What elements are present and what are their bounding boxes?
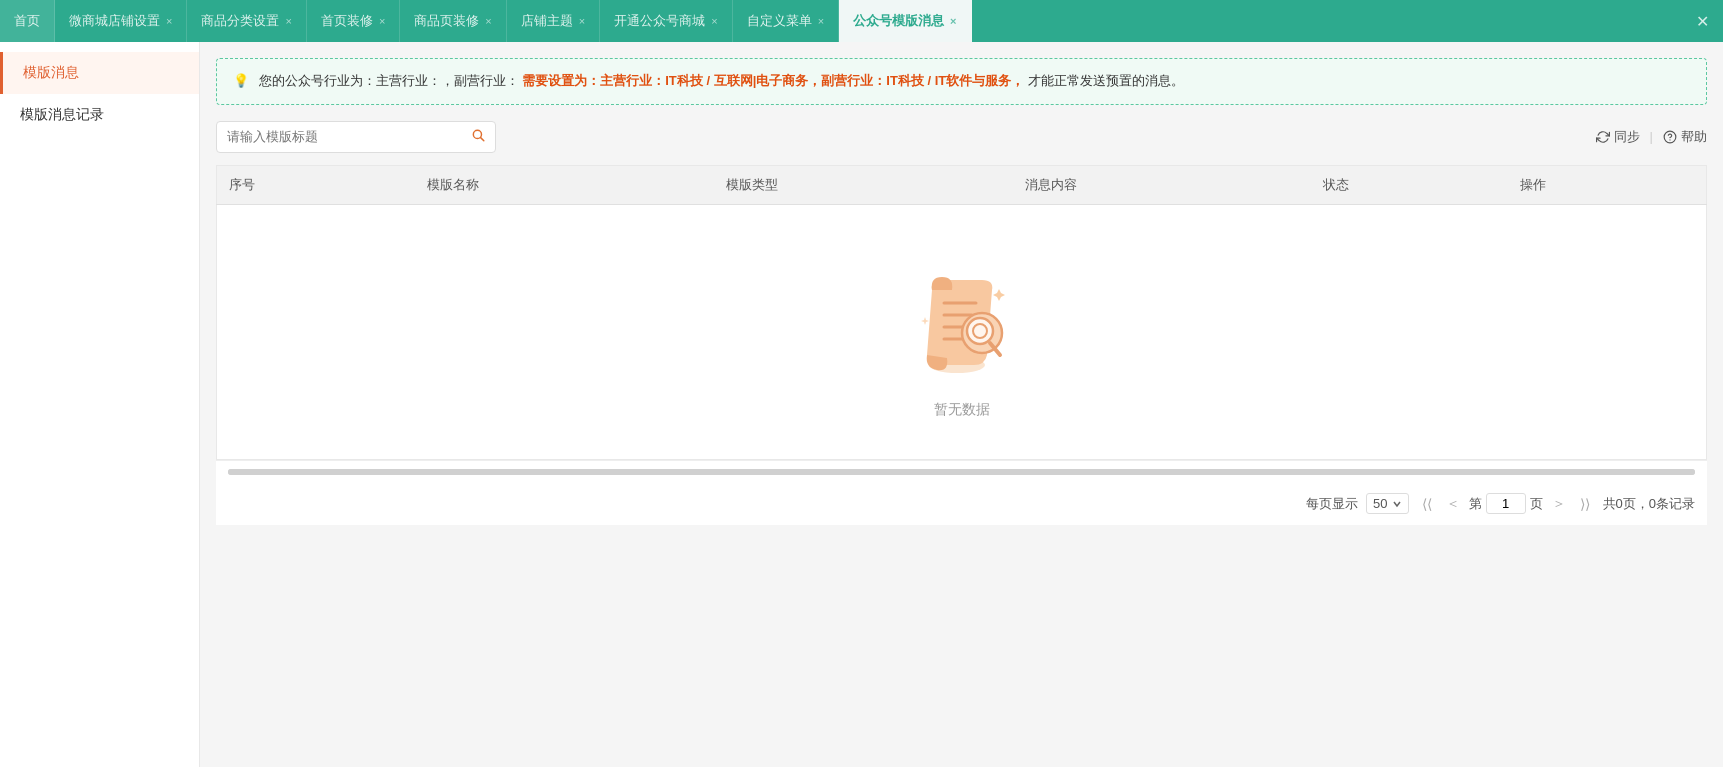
total-info: 共0页，0条记录 (1603, 495, 1695, 513)
content-area: 💡 您的公众号行业为：主营行业：，副营行业： 需要设置为：主营行业：IT科技 /… (200, 42, 1723, 767)
nav-tab-close-3[interactable]: × (379, 15, 385, 27)
nav-tab-5[interactable]: 店铺主题× (507, 0, 600, 42)
empty-illustration (902, 265, 1022, 385)
sidebar-item-1[interactable]: 模版消息记录 (0, 94, 199, 136)
page-number-input[interactable] (1486, 493, 1526, 514)
page-label-before: 第 (1469, 495, 1482, 513)
empty-state: 暂无数据 (217, 205, 1706, 459)
toolbar-right: 同步 | 帮助 (1596, 128, 1707, 146)
close-all-button[interactable]: ✕ (1682, 12, 1723, 31)
nav-tab-8[interactable]: 公众号模版消息× (839, 0, 971, 42)
page-navigation: ⟨⟨ ＜ 第 页 ＞ ⟩⟩ (1417, 493, 1595, 515)
search-input-wrap (216, 121, 496, 153)
per-page-value: 50 (1373, 496, 1387, 511)
nav-tab-7[interactable]: 自定义菜单× (733, 0, 839, 42)
last-page-button[interactable]: ⟩⟩ (1575, 494, 1595, 514)
horizontal-scrollbar-area[interactable] (216, 460, 1707, 483)
nav-tab-close-7[interactable]: × (818, 15, 824, 27)
nav-tab-close-1[interactable]: × (166, 15, 172, 27)
nav-tab-0[interactable]: 首页 (0, 0, 55, 42)
sync-button[interactable]: 同步 (1596, 128, 1640, 146)
table-header-3: 消息内容 (1013, 165, 1312, 204)
nav-tab-1[interactable]: 微商城店铺设置× (55, 0, 187, 42)
pagination-bar: 每页显示 50 ⟨⟨ ＜ 第 页 ＞ ⟩⟩ 共0页，0条记录 (216, 483, 1707, 525)
help-label: 帮助 (1681, 128, 1707, 146)
table-header-2: 模版类型 (714, 165, 1013, 204)
sidebar: 模版消息模版消息记录 (0, 42, 200, 767)
next-page-button[interactable]: ＞ (1547, 493, 1571, 515)
banner-suffix: 才能正常发送预置的消息。 (1028, 73, 1184, 88)
sidebar-item-0[interactable]: 模版消息 (0, 52, 199, 94)
nav-tab-close-2[interactable]: × (285, 15, 291, 27)
nav-tab-close-5[interactable]: × (579, 15, 585, 27)
table-header-5: 操作 (1508, 165, 1707, 204)
banner-prefix: 您的公众号行业为：主营行业：，副营行业： (259, 73, 519, 88)
data-table: 序号模版名称模版类型消息内容状态操作 (216, 165, 1707, 460)
prev-page-button[interactable]: ＜ (1441, 493, 1465, 515)
nav-tab-2[interactable]: 商品分类设置× (187, 0, 306, 42)
per-page-select[interactable]: 50 (1366, 493, 1408, 514)
chevron-down-icon (1392, 499, 1402, 509)
empty-text: 暂无数据 (934, 401, 990, 419)
top-navigation: 首页微商城店铺设置×商品分类设置×首页装修×商品页装修×店铺主题×开通公众号商城… (0, 0, 1723, 42)
tip-icon: 💡 (233, 73, 249, 88)
table-header-0: 序号 (217, 165, 416, 204)
nav-tab-4[interactable]: 商品页装修× (400, 0, 506, 42)
per-page-label: 每页显示 (1306, 495, 1358, 513)
nav-tab-close-8[interactable]: × (950, 15, 956, 27)
search-icon[interactable] (471, 128, 485, 145)
sync-label: 同步 (1614, 128, 1640, 146)
first-page-button[interactable]: ⟨⟨ (1417, 494, 1437, 514)
search-input[interactable] (227, 129, 471, 144)
help-button[interactable]: 帮助 (1663, 128, 1707, 146)
nav-tab-3[interactable]: 首页装修× (307, 0, 400, 42)
main-layout: 模版消息模版消息记录 💡 您的公众号行业为：主营行业：，副营行业： 需要设置为：… (0, 42, 1723, 767)
search-bar: 同步 | 帮助 (216, 121, 1707, 153)
table-header-4: 状态 (1311, 165, 1508, 204)
info-banner: 💡 您的公众号行业为：主营行业：，副营行业： 需要设置为：主营行业：IT科技 /… (216, 58, 1707, 105)
scrollbar-track[interactable] (228, 469, 1695, 475)
svg-point-9 (967, 318, 993, 344)
toolbar-divider: | (1650, 129, 1653, 144)
nav-tab-close-6[interactable]: × (711, 15, 717, 27)
table-header-1: 模版名称 (415, 165, 714, 204)
page-label-after: 页 (1530, 495, 1543, 513)
svg-line-1 (481, 138, 484, 141)
banner-highlight: 需要设置为：主营行业：IT科技 / 互联网|电子商务，副营行业：IT科技 / I… (522, 73, 1024, 88)
nav-tab-6[interactable]: 开通公众号商城× (600, 0, 732, 42)
nav-tab-close-4[interactable]: × (485, 15, 491, 27)
